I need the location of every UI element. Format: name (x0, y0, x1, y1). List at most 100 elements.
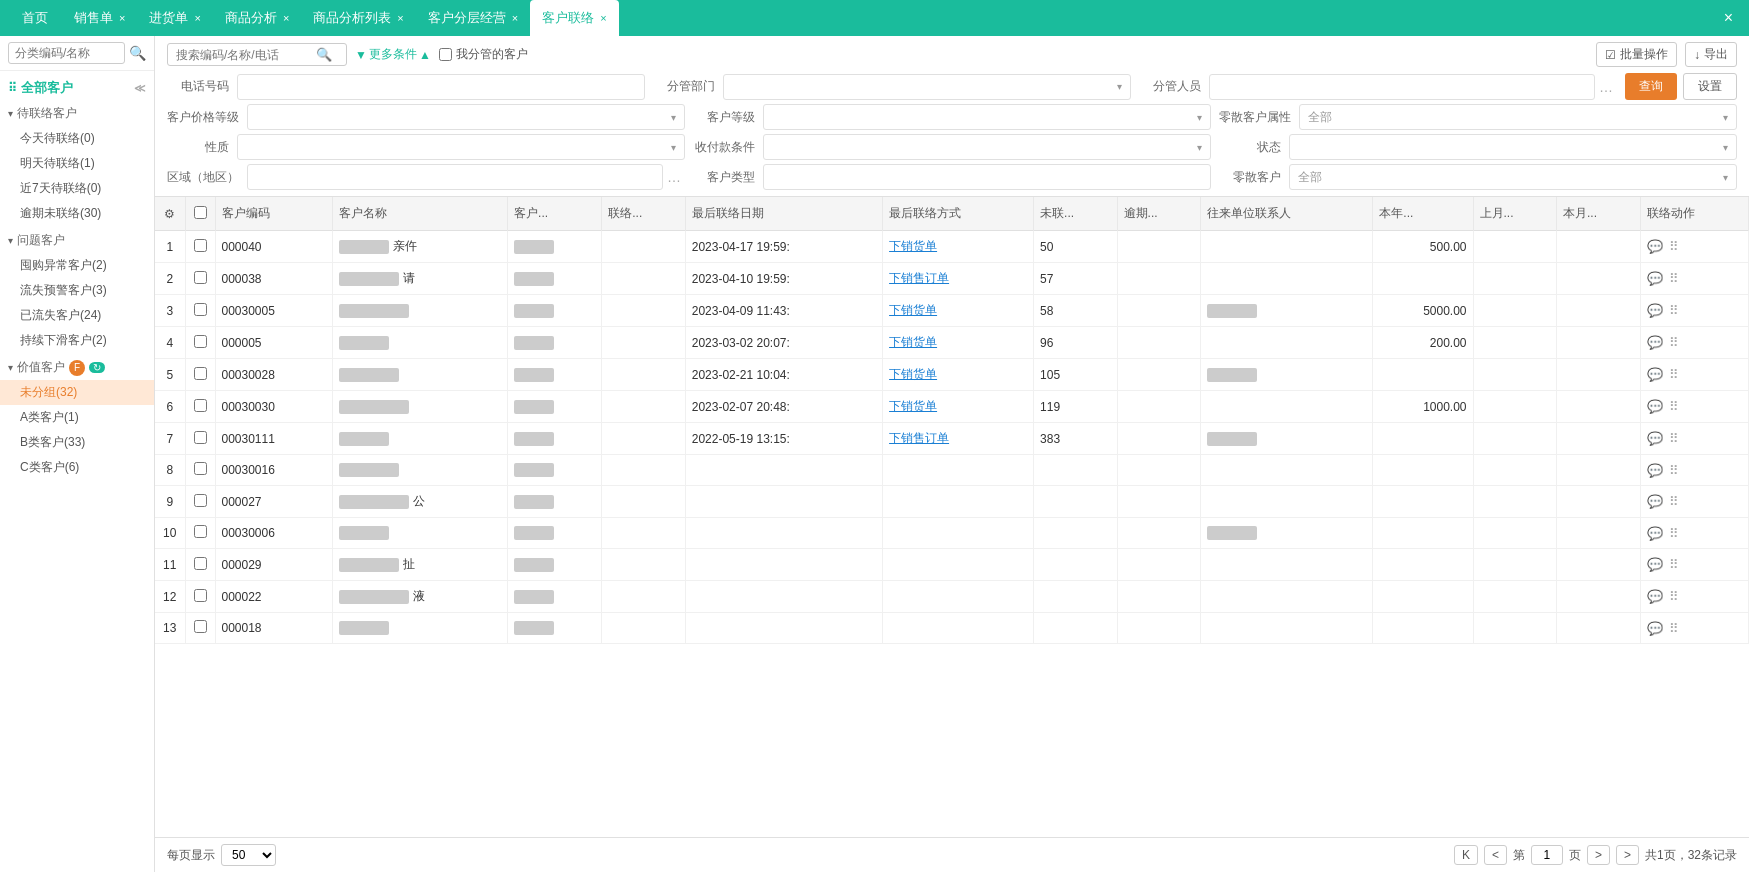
first-page-button[interactable]: K (1454, 845, 1478, 865)
close-purchase-order-icon[interactable]: × (194, 12, 200, 24)
row-checkbox[interactable] (194, 303, 207, 316)
cell-checkbox[interactable] (185, 455, 215, 486)
close-segments-icon[interactable]: × (512, 12, 518, 24)
customer-search-icon[interactable]: 🔍 (316, 47, 332, 62)
row-checkbox[interactable] (194, 589, 207, 602)
chat-icon[interactable]: 💬 (1647, 303, 1663, 318)
row-checkbox[interactable] (194, 399, 207, 412)
batch-ops-button[interactable]: ☑ 批量操作 (1596, 42, 1677, 67)
chat-icon[interactable]: 💬 (1647, 557, 1663, 572)
prev-page-button[interactable]: < (1484, 845, 1507, 865)
query-button[interactable]: 查询 (1625, 73, 1677, 100)
tab-customer-segments[interactable]: 客户分层经营 × (416, 0, 530, 36)
sidebar-item-7days-contact[interactable]: 近7天待联络(0) (0, 176, 154, 201)
sidebar-item-tomorrow-contact[interactable]: 明天待联络(1) (0, 151, 154, 176)
method-link[interactable]: 下销货单 (889, 367, 937, 381)
row-checkbox[interactable] (194, 462, 207, 475)
grid-action-icon[interactable]: ⠿ (1669, 303, 1679, 318)
chat-icon[interactable]: 💬 (1647, 526, 1663, 541)
page-number-input[interactable] (1531, 845, 1563, 865)
staff-more-icon[interactable]: … (1595, 79, 1617, 95)
cell-checkbox[interactable] (185, 486, 215, 518)
grid-action-icon[interactable]: ⠿ (1669, 463, 1679, 478)
tab-product-analysis[interactable]: 商品分析 × (213, 0, 301, 36)
chat-icon[interactable]: 💬 (1647, 271, 1663, 286)
chat-icon[interactable]: 💬 (1647, 589, 1663, 604)
grid-action-icon[interactable]: ⠿ (1669, 271, 1679, 286)
window-close-icon[interactable]: × (1716, 9, 1741, 27)
chat-icon[interactable]: 💬 (1647, 431, 1663, 446)
my-customers-checkbox-area[interactable]: 我分管的客户 (439, 46, 528, 63)
chat-icon[interactable]: 💬 (1647, 239, 1663, 254)
page-size-select[interactable]: 50 100 200 (221, 844, 276, 866)
tab-purchase-order[interactable]: 进货单 × (137, 0, 212, 36)
row-checkbox[interactable] (194, 271, 207, 284)
reset-button[interactable]: 设置 (1683, 73, 1737, 100)
cell-checkbox[interactable] (185, 518, 215, 549)
sidebar-item-class-b[interactable]: B类客户(33) (0, 430, 154, 455)
more-conditions-button[interactable]: ▼ 更多条件 ▲ (355, 46, 431, 63)
my-customers-checkbox[interactable] (439, 48, 452, 61)
cell-checkbox[interactable] (185, 423, 215, 455)
row-checkbox[interactable] (194, 620, 207, 633)
grid-action-icon[interactable]: ⠿ (1669, 431, 1679, 446)
customer-type-select[interactable] (763, 164, 1211, 190)
retail-customer-select[interactable]: 全部 ▾ (1289, 164, 1737, 190)
cell-checkbox[interactable] (185, 327, 215, 359)
status-select[interactable]: ▾ (1289, 134, 1737, 160)
settings-icon[interactable]: ⚙ (164, 207, 175, 221)
region-more-icon[interactable]: … (663, 169, 685, 185)
tab-sales-order[interactable]: 销售单 × (62, 0, 137, 36)
close-contact-icon[interactable]: × (600, 12, 606, 24)
pending-contact-group-title[interactable]: ▾ 待联络客户 (0, 101, 154, 126)
method-link[interactable]: 下销货单 (889, 239, 937, 253)
sidebar-item-abnormal-purchase[interactable]: 囤购异常客户(2) (0, 253, 154, 278)
row-checkbox[interactable] (194, 525, 207, 538)
cell-checkbox[interactable] (185, 263, 215, 295)
chat-icon[interactable]: 💬 (1647, 335, 1663, 350)
category-search-input[interactable] (8, 42, 125, 64)
retail-attr-select[interactable]: 全部 ▾ (1299, 104, 1737, 130)
region-input[interactable] (256, 170, 654, 184)
method-link[interactable]: 下销售订单 (889, 271, 949, 285)
cell-checkbox[interactable] (185, 231, 215, 263)
home-tab[interactable]: 首页 (8, 9, 62, 27)
next-page-button[interactable]: > (1587, 845, 1610, 865)
close-product-analysis-icon[interactable]: × (283, 12, 289, 24)
problem-customers-group-title[interactable]: ▾ 问题客户 (0, 228, 154, 253)
method-link[interactable]: 下销货单 (889, 303, 937, 317)
phone-input-wrap[interactable] (237, 74, 645, 100)
sidebar-item-ungrouped[interactable]: 未分组(32) (0, 380, 154, 405)
cell-checkbox[interactable] (185, 391, 215, 423)
row-checkbox[interactable] (194, 557, 207, 570)
dept-select[interactable]: ▾ (723, 74, 1131, 100)
method-link[interactable]: 下销货单 (889, 335, 937, 349)
select-all-checkbox[interactable] (194, 206, 207, 219)
sidebar-item-class-c[interactable]: C类客户(6) (0, 455, 154, 480)
cell-checkbox[interactable] (185, 613, 215, 644)
nature-select[interactable]: ▾ (237, 134, 685, 160)
row-checkbox[interactable] (194, 239, 207, 252)
close-sales-order-icon[interactable]: × (119, 12, 125, 24)
row-checkbox[interactable] (194, 335, 207, 348)
close-product-list-icon[interactable]: × (397, 12, 403, 24)
row-checkbox[interactable] (194, 367, 207, 380)
grid-action-icon[interactable]: ⠿ (1669, 367, 1679, 382)
sidebar-item-churn-warning[interactable]: 流失预警客户(3) (0, 278, 154, 303)
grid-action-icon[interactable]: ⠿ (1669, 494, 1679, 509)
payment-select[interactable]: ▾ (763, 134, 1211, 160)
grid-action-icon[interactable]: ⠿ (1669, 239, 1679, 254)
customer-level-select[interactable]: ▾ (763, 104, 1211, 130)
staff-select[interactable] (1209, 74, 1595, 100)
category-search-icon[interactable]: 🔍 (129, 45, 146, 61)
value-customers-group-title[interactable]: ▾ 价值客户 F ↻ (0, 355, 154, 380)
cell-checkbox[interactable] (185, 549, 215, 581)
cell-checkbox[interactable] (185, 359, 215, 391)
last-page-button[interactable]: > (1616, 845, 1639, 865)
chat-icon[interactable]: 💬 (1647, 463, 1663, 478)
sidebar-item-overdue-contact[interactable]: 逾期未联络(30) (0, 201, 154, 226)
region-input-wrap[interactable] (247, 164, 663, 190)
price-level-select[interactable]: ▾ (247, 104, 685, 130)
row-checkbox[interactable] (194, 431, 207, 444)
method-link[interactable]: 下销货单 (889, 399, 937, 413)
